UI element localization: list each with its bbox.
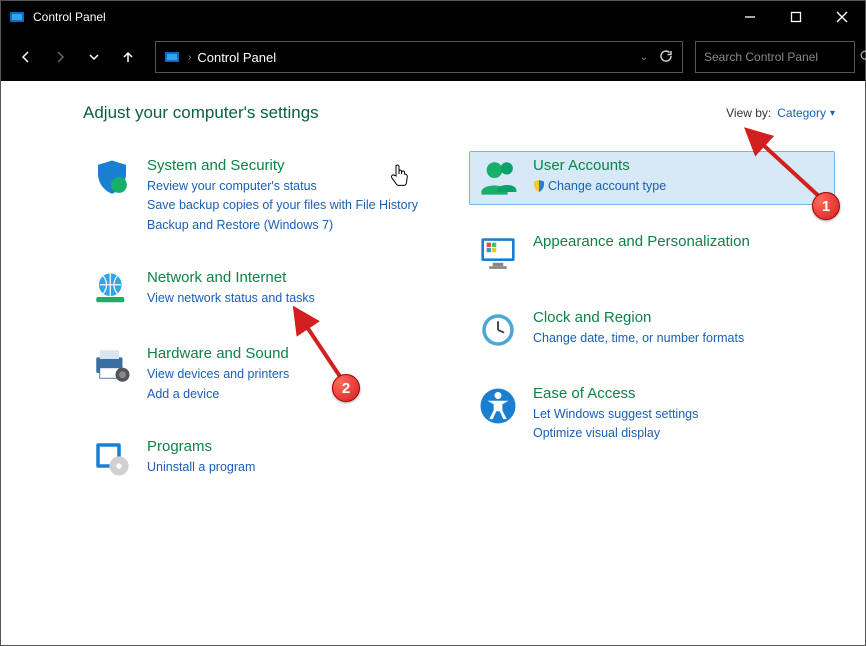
close-button[interactable] (819, 1, 865, 33)
up-button[interactable] (113, 42, 143, 72)
accessibility-icon (477, 385, 519, 427)
category-link[interactable]: Change date, time, or number formats (533, 329, 827, 348)
monitor-icon (477, 233, 519, 275)
maximize-button[interactable] (773, 1, 819, 33)
category-clock-region[interactable]: Clock and Region Change date, time, or n… (469, 303, 835, 357)
chevron-right-icon: › (188, 52, 191, 63)
control-panel-window: Control Panel › Control Panel ⌄ A (0, 0, 866, 646)
chevron-down-icon[interactable]: ⌄ (640, 52, 648, 63)
category-title[interactable]: Programs (147, 438, 441, 455)
user-accounts-icon (477, 157, 519, 199)
minimize-button[interactable] (727, 1, 773, 33)
forward-button[interactable] (45, 42, 75, 72)
printer-icon (91, 345, 133, 387)
category-title[interactable]: Ease of Access (533, 385, 827, 402)
category-link[interactable]: View devices and printers (147, 365, 441, 384)
address-icon (164, 49, 180, 65)
refresh-button[interactable] (658, 48, 674, 67)
header-row: Adjust your computer's settings View by:… (83, 103, 835, 123)
view-by-label: View by: (726, 106, 771, 120)
programs-icon (91, 438, 133, 480)
address-text: Control Panel (197, 50, 639, 65)
category-hardware-sound[interactable]: Hardware and Sound View devices and prin… (83, 339, 449, 410)
clock-icon (477, 309, 519, 351)
category-title[interactable]: User Accounts (533, 157, 827, 174)
address-bar[interactable]: › Control Panel ⌄ (155, 41, 683, 73)
shield-icon (91, 157, 133, 199)
category-title[interactable]: Network and Internet (147, 269, 441, 286)
right-column: User Accounts Change account type Appear (469, 151, 835, 508)
page-title: Adjust your computer's settings (83, 103, 319, 123)
category-link[interactable]: Save backup copies of your files with Fi… (147, 196, 441, 215)
back-button[interactable] (11, 42, 41, 72)
category-columns: System and Security Review your computer… (83, 151, 835, 508)
view-by: View by: Category (726, 106, 835, 120)
window-controls (727, 1, 865, 33)
search-icon (859, 49, 866, 66)
category-title[interactable]: Clock and Region (533, 309, 827, 326)
category-link[interactable]: Backup and Restore (Windows 7) (147, 216, 441, 235)
category-link[interactable]: Review your computer's status (147, 177, 441, 196)
category-title[interactable]: System and Security (147, 157, 441, 174)
category-user-accounts[interactable]: User Accounts Change account type (469, 151, 835, 205)
titlebar: Control Panel (1, 1, 865, 33)
category-system-security[interactable]: System and Security Review your computer… (83, 151, 449, 241)
uac-shield-icon (533, 179, 545, 191)
search-input[interactable] (704, 50, 859, 64)
category-link[interactable]: Uninstall a program (147, 458, 441, 477)
view-by-dropdown[interactable]: Category (777, 106, 835, 120)
category-appearance-personalization[interactable]: Appearance and Personalization (469, 227, 835, 281)
category-programs[interactable]: Programs Uninstall a program (83, 432, 449, 486)
content-area: Adjust your computer's settings View by:… (1, 81, 865, 645)
navbar: › Control Panel ⌄ (1, 33, 865, 81)
category-link[interactable]: View network status and tasks (147, 289, 441, 308)
globe-icon (91, 269, 133, 311)
search-box[interactable] (695, 41, 855, 73)
category-link[interactable]: Let Windows suggest settings (533, 405, 827, 424)
category-title[interactable]: Appearance and Personalization (533, 233, 827, 250)
left-column: System and Security Review your computer… (83, 151, 449, 508)
recent-button[interactable] (79, 42, 109, 72)
category-link[interactable]: Optimize visual display (533, 424, 827, 443)
category-ease-of-access[interactable]: Ease of Access Let Windows suggest setti… (469, 379, 835, 450)
category-link[interactable]: Change account type (533, 177, 827, 196)
category-title[interactable]: Hardware and Sound (147, 345, 441, 362)
category-network-internet[interactable]: Network and Internet View network status… (83, 263, 449, 317)
window-title: Control Panel (33, 10, 727, 24)
category-link[interactable]: Add a device (147, 385, 441, 404)
control-panel-icon (9, 9, 25, 25)
